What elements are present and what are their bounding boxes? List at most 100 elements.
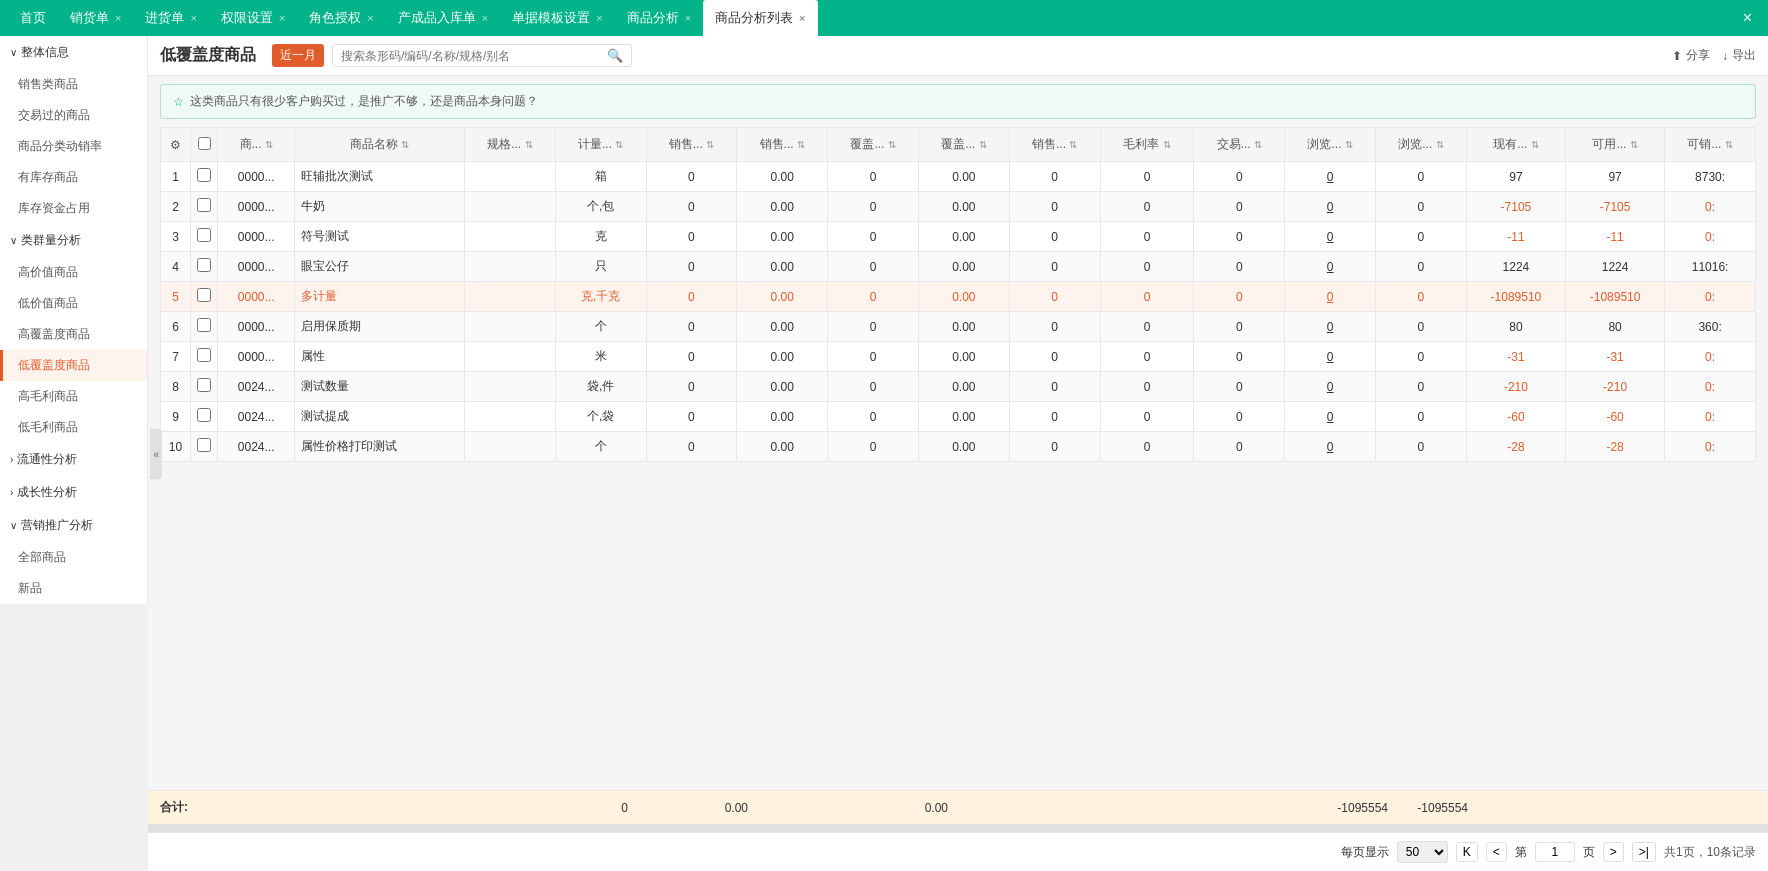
row-select-checkbox[interactable] <box>197 378 211 392</box>
close-icon[interactable]: × <box>799 12 805 24</box>
sidebar-item-new-goods[interactable]: 新品 <box>0 573 147 604</box>
sidebar-section-circulation[interactable]: › 流通性分析 <box>0 443 147 476</box>
gross-column-header[interactable]: 毛利率 ⇅ <box>1100 128 1194 162</box>
export-button[interactable]: ↓ 导出 <box>1722 47 1756 64</box>
nav-template[interactable]: 单据模板设置 × <box>500 0 614 36</box>
close-icon[interactable]: × <box>279 12 285 24</box>
row-view1[interactable]: 0 <box>1285 432 1376 462</box>
row-checkbox-cell[interactable] <box>191 222 218 252</box>
row-view1[interactable]: 0 <box>1285 162 1376 192</box>
cov2-column-header[interactable]: 覆盖... ⇅ <box>918 128 1009 162</box>
view1-column-header[interactable]: 浏览... ⇅ <box>1285 128 1376 162</box>
nav-role[interactable]: 角色授权 × <box>297 0 385 36</box>
row-select-checkbox[interactable] <box>197 408 211 422</box>
row-checkbox-cell[interactable] <box>191 372 218 402</box>
time-filter-button[interactable]: 近一月 <box>272 44 324 67</box>
row-view1[interactable]: 0 <box>1285 402 1376 432</box>
nav-sales[interactable]: 销货单 × <box>58 0 133 36</box>
per-page-select[interactable]: 50 100 200 <box>1397 841 1448 863</box>
sidebar-item-traded-goods[interactable]: 交易过的商品 <box>0 100 147 131</box>
row-select-checkbox[interactable] <box>197 258 211 272</box>
row-view1[interactable]: 0 <box>1285 342 1376 372</box>
sidebar-section-group[interactable]: ∨ 类群量分析 <box>0 224 147 257</box>
row-select-checkbox[interactable] <box>197 438 211 452</box>
row-checkbox-cell[interactable] <box>191 252 218 282</box>
name-column-header[interactable]: 商品名称 ⇅ <box>295 128 465 162</box>
close-icon[interactable]: × <box>482 12 488 24</box>
row-view1[interactable]: 0 <box>1285 192 1376 222</box>
row-trade: 0 <box>1194 282 1285 312</box>
row-checkbox-cell[interactable] <box>191 192 218 222</box>
available-column-header[interactable]: 可用... ⇅ <box>1566 128 1665 162</box>
row-select-checkbox[interactable] <box>197 318 211 332</box>
row-checkbox-cell[interactable] <box>191 312 218 342</box>
last-page-button[interactable]: >| <box>1632 842 1656 862</box>
sidebar-item-all-goods[interactable]: 全部商品 <box>0 542 147 573</box>
row-checkbox-cell[interactable] <box>191 342 218 372</box>
row-select-checkbox[interactable] <box>197 198 211 212</box>
sidebar-item-low-coverage[interactable]: 低覆盖度商品 <box>0 350 147 381</box>
select-all-checkbox[interactable] <box>198 137 211 150</box>
prev-page-button[interactable]: < <box>1486 842 1507 862</box>
cov1-column-header[interactable]: 覆盖... ⇅ <box>828 128 919 162</box>
settings-icon[interactable]: ⚙ <box>170 138 181 152</box>
row-select-checkbox[interactable] <box>197 168 211 182</box>
nav-product-analysis-list[interactable]: 商品分析列表 × <box>703 0 817 36</box>
current-column-header[interactable]: 现有... ⇅ <box>1466 128 1565 162</box>
share-button[interactable]: ⬆ 分享 <box>1672 47 1710 64</box>
table-container[interactable]: ⚙ 商... ⇅ 商品名称 ⇅ 规格... ⇅ 计量... ⇅ 销售... ⇅ … <box>148 127 1768 790</box>
sidebar-item-high-profit[interactable]: 高毛利商品 <box>0 381 147 412</box>
sales-qty-column-header[interactable]: 销售... ⇅ <box>646 128 737 162</box>
sidebar-item-high-value[interactable]: 高价值商品 <box>0 257 147 288</box>
sidebar-section-growth[interactable]: › 成长性分析 <box>0 476 147 509</box>
sales-amt-column-header[interactable]: 销售... ⇅ <box>737 128 828 162</box>
close-icon[interactable]: × <box>596 12 602 24</box>
sidebar-item-high-coverage[interactable]: 高覆盖度商品 <box>0 319 147 350</box>
sidebar-section-overall[interactable]: ∨ 整体信息 <box>0 36 147 69</box>
row-view2: 0 <box>1376 162 1467 192</box>
spec-column-header[interactable]: 规格... ⇅ <box>464 128 555 162</box>
page-number-input[interactable] <box>1535 842 1575 862</box>
code-column-header[interactable]: 商... ⇅ <box>218 128 295 162</box>
sidebar-item-in-stock[interactable]: 有库存商品 <box>0 162 147 193</box>
horizontal-scrollbar[interactable] <box>148 824 1768 832</box>
close-icon[interactable]: × <box>367 12 373 24</box>
view2-column-header[interactable]: 浏览... ⇅ <box>1376 128 1467 162</box>
row-checkbox-cell[interactable] <box>191 432 218 462</box>
sellable-column-header[interactable]: 可销... ⇅ <box>1665 128 1756 162</box>
sidebar-item-category-rate[interactable]: 商品分类动销率 <box>0 131 147 162</box>
nav-permission[interactable]: 权限设置 × <box>209 0 297 36</box>
settings-column-header[interactable]: ⚙ <box>161 128 191 162</box>
row-checkbox-cell[interactable] <box>191 402 218 432</box>
row-view1[interactable]: 0 <box>1285 372 1376 402</box>
nav-product-analysis[interactable]: 商品分析 × <box>615 0 703 36</box>
row-view1[interactable]: 0 <box>1285 222 1376 252</box>
row-checkbox-cell[interactable] <box>191 282 218 312</box>
unit-column-header[interactable]: 计量... ⇅ <box>555 128 646 162</box>
sidebar-item-low-value[interactable]: 低价值商品 <box>0 288 147 319</box>
search-input[interactable] <box>341 49 607 63</box>
close-icon[interactable]: × <box>685 12 691 24</box>
close-icon[interactable]: × <box>190 12 196 24</box>
sidebar-section-marketing[interactable]: ∨ 营销推广分析 <box>0 509 147 542</box>
first-page-button[interactable]: K <box>1456 842 1478 862</box>
row-select-checkbox[interactable] <box>197 288 211 302</box>
row-name: 测试数量 <box>295 372 465 402</box>
nav-home[interactable]: 首页 <box>8 0 58 36</box>
next-page-button[interactable]: > <box>1603 842 1624 862</box>
trade-column-header[interactable]: 交易... ⇅ <box>1194 128 1285 162</box>
sidebar-item-stock-capital[interactable]: 库存资金占用 <box>0 193 147 224</box>
sidebar-item-sales-goods[interactable]: 销售类商品 <box>0 69 147 100</box>
row-view1[interactable]: 0 <box>1285 252 1376 282</box>
close-icon[interactable]: × <box>115 12 121 24</box>
row-view1[interactable]: 0 <box>1285 312 1376 342</box>
close-all-button[interactable]: × <box>1735 9 1760 27</box>
row-view1[interactable]: 0 <box>1285 282 1376 312</box>
nav-purchase[interactable]: 进货单 × <box>133 0 208 36</box>
sales3-column-header[interactable]: 销售... ⇅ <box>1009 128 1100 162</box>
row-select-checkbox[interactable] <box>197 228 211 242</box>
sidebar-item-low-profit[interactable]: 低毛利商品 <box>0 412 147 443</box>
nav-product-stock[interactable]: 产成品入库单 × <box>386 0 500 36</box>
row-select-checkbox[interactable] <box>197 348 211 362</box>
row-checkbox-cell[interactable] <box>191 162 218 192</box>
